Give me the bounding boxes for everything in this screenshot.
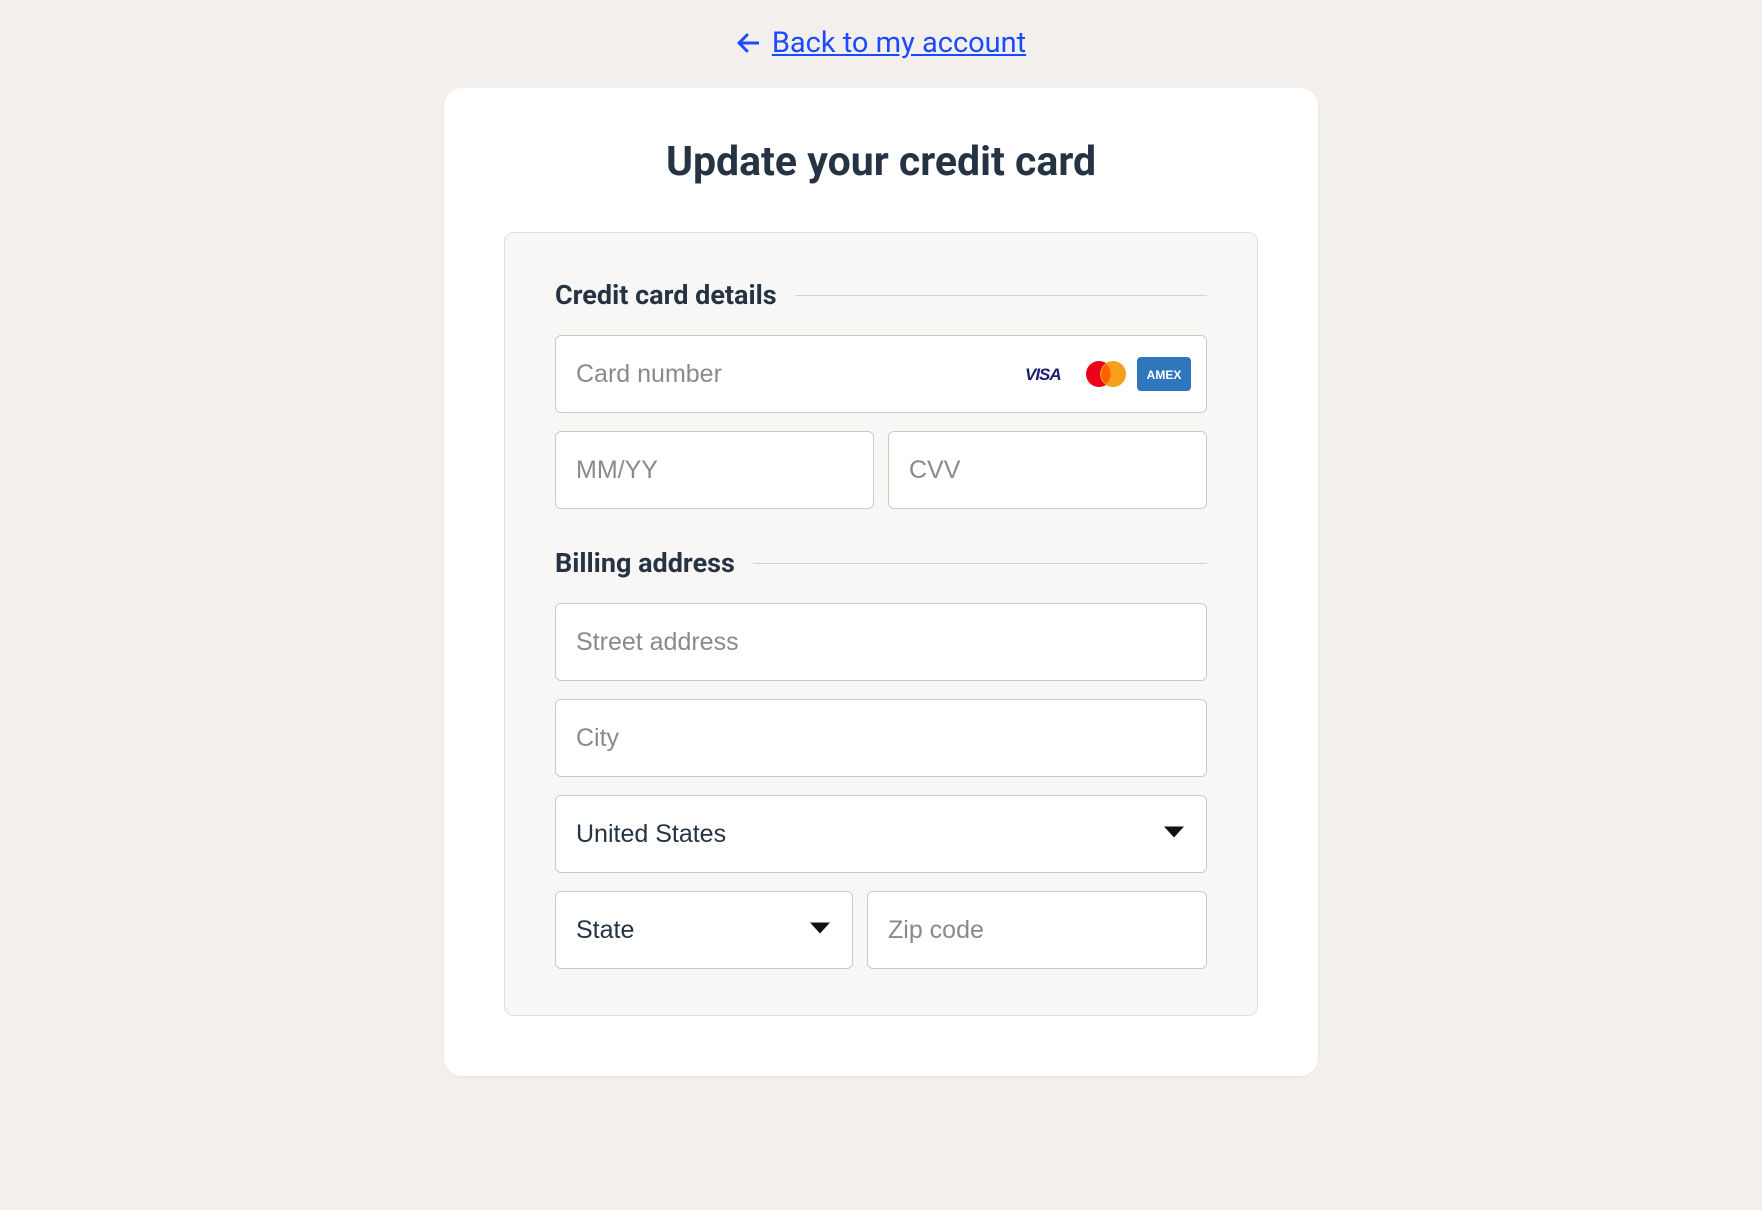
section-header-billing-label: Billing address bbox=[555, 547, 735, 579]
city-input[interactable] bbox=[555, 699, 1207, 777]
back-link-label: Back to my account bbox=[772, 26, 1026, 60]
state-select[interactable]: State bbox=[555, 891, 853, 969]
svg-text:AMEX: AMEX bbox=[1147, 368, 1182, 382]
section-header-card-label: Credit card details bbox=[555, 279, 777, 311]
section-header-billing: Billing address bbox=[555, 547, 1207, 579]
form-box: Credit card details VISA bbox=[504, 232, 1258, 1016]
divider bbox=[753, 563, 1207, 564]
card-brand-icons: VISA AMEX bbox=[1025, 358, 1191, 390]
cvv-input[interactable] bbox=[888, 431, 1207, 509]
mastercard-icon bbox=[1083, 358, 1129, 390]
visa-icon: VISA bbox=[1025, 358, 1075, 390]
back-to-account-link[interactable]: Back to my account bbox=[736, 26, 1026, 60]
page-title: Update your credit card bbox=[504, 138, 1258, 186]
street-address-input[interactable] bbox=[555, 603, 1207, 681]
update-card-panel: Update your credit card Credit card deta… bbox=[444, 88, 1318, 1076]
arrow-left-icon bbox=[736, 33, 760, 53]
country-select[interactable]: United States bbox=[555, 795, 1207, 873]
divider bbox=[795, 295, 1207, 296]
expiry-input[interactable] bbox=[555, 431, 874, 509]
svg-text:VISA: VISA bbox=[1025, 365, 1061, 383]
section-header-card: Credit card details bbox=[555, 279, 1207, 311]
amex-icon: AMEX bbox=[1137, 358, 1191, 390]
zip-code-input[interactable] bbox=[867, 891, 1207, 969]
